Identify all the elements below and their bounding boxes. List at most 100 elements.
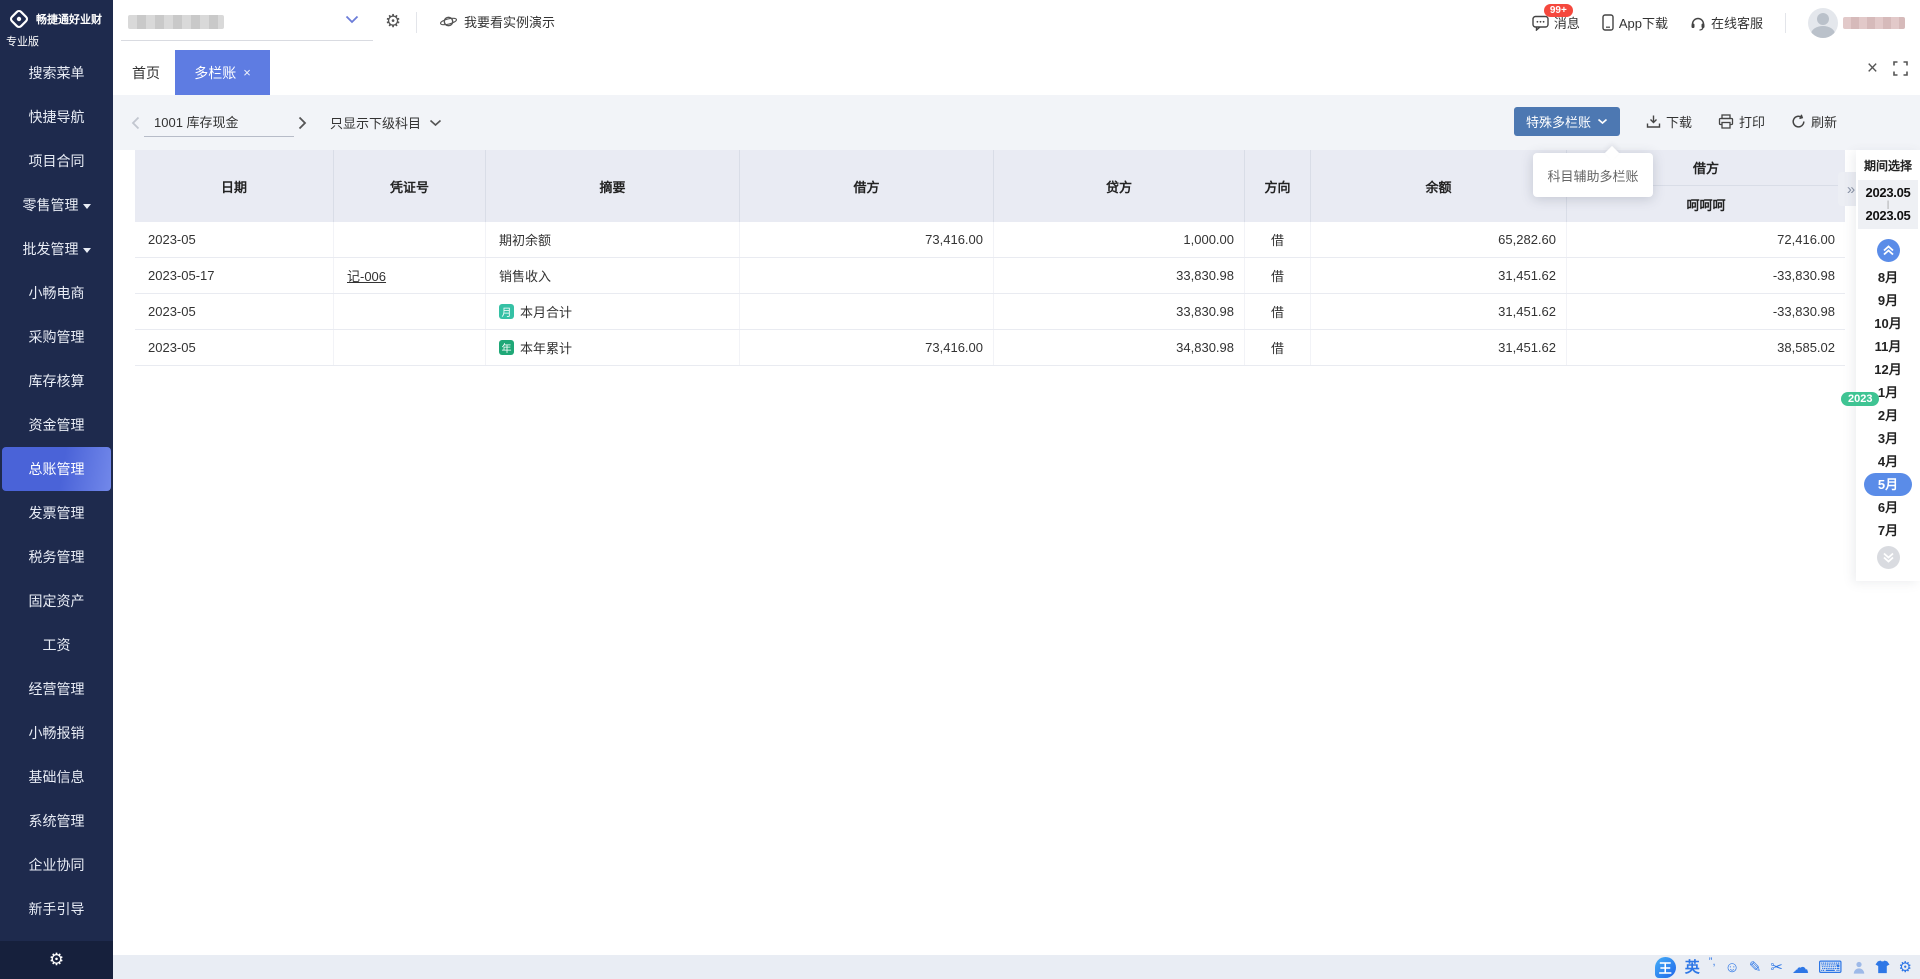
month-item[interactable]: 10月: [1864, 312, 1912, 335]
planet-icon: [439, 14, 458, 29]
sidebar-item[interactable]: 批发管理: [0, 227, 113, 271]
prev-account-button[interactable]: [127, 116, 144, 130]
sidebar-nav: 搜索菜单 快捷导航 项目合同 零售管理 批发管理 小畅电商 采购管理 库存核算 资金管理 总账管理…: [0, 51, 113, 931]
sidebar-item[interactable]: 搜索菜单: [0, 51, 113, 95]
sidebar-item[interactable]: 发票管理: [0, 491, 113, 535]
tab-multicolumn-ledger[interactable]: 多栏账 ×: [175, 50, 270, 95]
app-logo: 畅捷通好业财 专业版: [0, 0, 113, 51]
close-icon[interactable]: ×: [1867, 59, 1878, 78]
sidebar-settings-button[interactable]: ⚙: [0, 941, 113, 979]
topbar-divider: [1785, 12, 1786, 33]
tab-home[interactable]: 首页: [132, 50, 160, 95]
sidebar-item[interactable]: 资金管理: [0, 403, 113, 447]
brand-logo-icon: [6, 6, 32, 32]
sidebar-item[interactable]: 小畅电商: [0, 271, 113, 315]
refresh-button[interactable]: 刷新: [1791, 112, 1837, 131]
month-item[interactable]: 7月: [1864, 519, 1912, 542]
scope-filter-label: 只显示下级科目: [330, 116, 422, 131]
sidebar-item[interactable]: 固定资产: [0, 579, 113, 623]
messages-button[interactable]: 消息 99+: [1532, 4, 1580, 32]
messages-badge: 99+: [1543, 4, 1573, 17]
sidebar-item[interactable]: 新手引导: [0, 887, 113, 931]
sidebar-item[interactable]: 库存核算: [0, 359, 113, 403]
pencil-icon[interactable]: ✎: [1749, 960, 1762, 975]
month-item[interactable]: 5月: [1864, 473, 1912, 496]
download-button[interactable]: 下载: [1646, 112, 1692, 131]
sidebar-item[interactable]: 小畅报销: [0, 711, 113, 755]
scissors-icon[interactable]: ✂: [1770, 960, 1783, 975]
next-account-button[interactable]: [294, 116, 311, 130]
sidebar-item[interactable]: 经营管理: [0, 667, 113, 711]
demo-link[interactable]: 我要看实例演示: [439, 12, 555, 31]
cell-summary: 月本月合计: [486, 294, 740, 329]
avatar: [1808, 7, 1838, 38]
month-item[interactable]: 3月: [1864, 427, 1912, 450]
sidebar-item[interactable]: 快捷导航: [0, 95, 113, 139]
emoji-icon[interactable]: ☺: [1725, 960, 1740, 975]
table-row: 2023-05 年本年累计 73,416.00 34,830.98 借 31,451.62…: [135, 330, 1845, 366]
cell-voucher: [334, 294, 486, 329]
cell-date: 2023-05: [135, 294, 334, 329]
period-separator: |: [1886, 199, 1890, 209]
settings-gear-icon[interactable]: ⚙: [385, 11, 401, 32]
cell-direction: 借: [1245, 258, 1311, 293]
month-item[interactable]: 9月: [1864, 289, 1912, 312]
download-label: 下载: [1665, 115, 1692, 130]
month-item[interactable]: 4月: [1864, 450, 1912, 473]
month-item[interactable]: 2月: [1864, 404, 1912, 427]
sidebar-item[interactable]: 总账管理: [2, 447, 111, 491]
print-button[interactable]: 打印: [1718, 112, 1765, 131]
tab-close-icon[interactable]: ×: [243, 65, 251, 80]
scroll-up-button[interactable]: [1876, 239, 1900, 262]
period-panel: 期间选择 2023.05 | 2023.05 8月 9月 10月 11月 12月 1月 2月…: [1841, 150, 1920, 581]
user-icon[interactable]: [1852, 960, 1866, 975]
ime-punctuation-toggle[interactable]: ”,: [1709, 957, 1716, 968]
sidebar-item[interactable]: 基础信息: [0, 755, 113, 799]
cloud-icon[interactable]: ☁: [1792, 959, 1809, 976]
ime-logo[interactable]: 王: [1654, 956, 1676, 978]
cell-balance: 31,451.62: [1311, 258, 1567, 293]
month-item[interactable]: 11月: [1864, 335, 1912, 358]
cell-date: 2023-05: [135, 222, 334, 257]
sidebar-item[interactable]: 企业协同: [0, 843, 113, 887]
tabbar: 首页 多栏账 × ×: [113, 45, 1920, 95]
voucher-link[interactable]: 记-006: [347, 266, 386, 285]
sidebar-item[interactable]: 工资: [0, 623, 113, 667]
month-item[interactable]: 8月: [1864, 266, 1912, 289]
month-item[interactable]: 6月: [1864, 496, 1912, 519]
cell-summary: 期初余额: [486, 222, 740, 257]
sidebar-item[interactable]: 系统管理: [0, 799, 113, 843]
month-item[interactable]: 12月: [1864, 358, 1912, 381]
print-icon: [1718, 114, 1734, 129]
online-support-button[interactable]: 在线客服: [1690, 13, 1763, 32]
app-download-button[interactable]: App下载: [1602, 13, 1668, 32]
tab-label: 多栏账: [194, 64, 237, 81]
cell-debit: 73,416.00: [740, 222, 994, 257]
user-menu[interactable]: [1808, 7, 1905, 38]
cell-balance: 31,451.62: [1311, 330, 1567, 365]
cell-custom-debit: -33,830.98: [1772, 268, 1835, 283]
fullscreen-icon[interactable]: [1893, 61, 1908, 76]
scroll-down-button[interactable]: [1876, 546, 1900, 569]
sidebar-item[interactable]: 项目合同: [0, 139, 113, 183]
special-ledger-label: 特殊多栏账: [1525, 115, 1591, 130]
org-selector[interactable]: [121, 0, 373, 45]
account-input[interactable]: 1001 库存现金: [144, 109, 294, 137]
period-range[interactable]: 2023.05 | 2023.05: [1858, 180, 1918, 229]
scope-filter-dropdown[interactable]: 只显示下级科目: [330, 113, 442, 132]
username-blurred: [1843, 16, 1905, 29]
special-ledger-button[interactable]: 特殊多栏账: [1513, 107, 1620, 136]
sidebar-item[interactable]: 零售管理: [0, 183, 113, 227]
brand-edition: 专业版: [6, 36, 39, 48]
menu-item-subject-aux-ledger[interactable]: 科目辅助多栏账: [1533, 153, 1653, 197]
refresh-icon: [1791, 114, 1806, 129]
topbar-divider: [416, 12, 417, 33]
cell-debit: [740, 258, 994, 293]
skin-shirt-icon[interactable]: [1875, 960, 1890, 974]
sidebar-item[interactable]: 税务管理: [0, 535, 113, 579]
keyboard-icon[interactable]: ⌨: [1818, 959, 1843, 976]
ime-language-toggle[interactable]: 英: [1685, 960, 1700, 975]
ime-settings-gear-icon[interactable]: ⚙: [1899, 960, 1912, 975]
caret-down-icon: [82, 203, 91, 209]
sidebar-item[interactable]: 采购管理: [0, 315, 113, 359]
